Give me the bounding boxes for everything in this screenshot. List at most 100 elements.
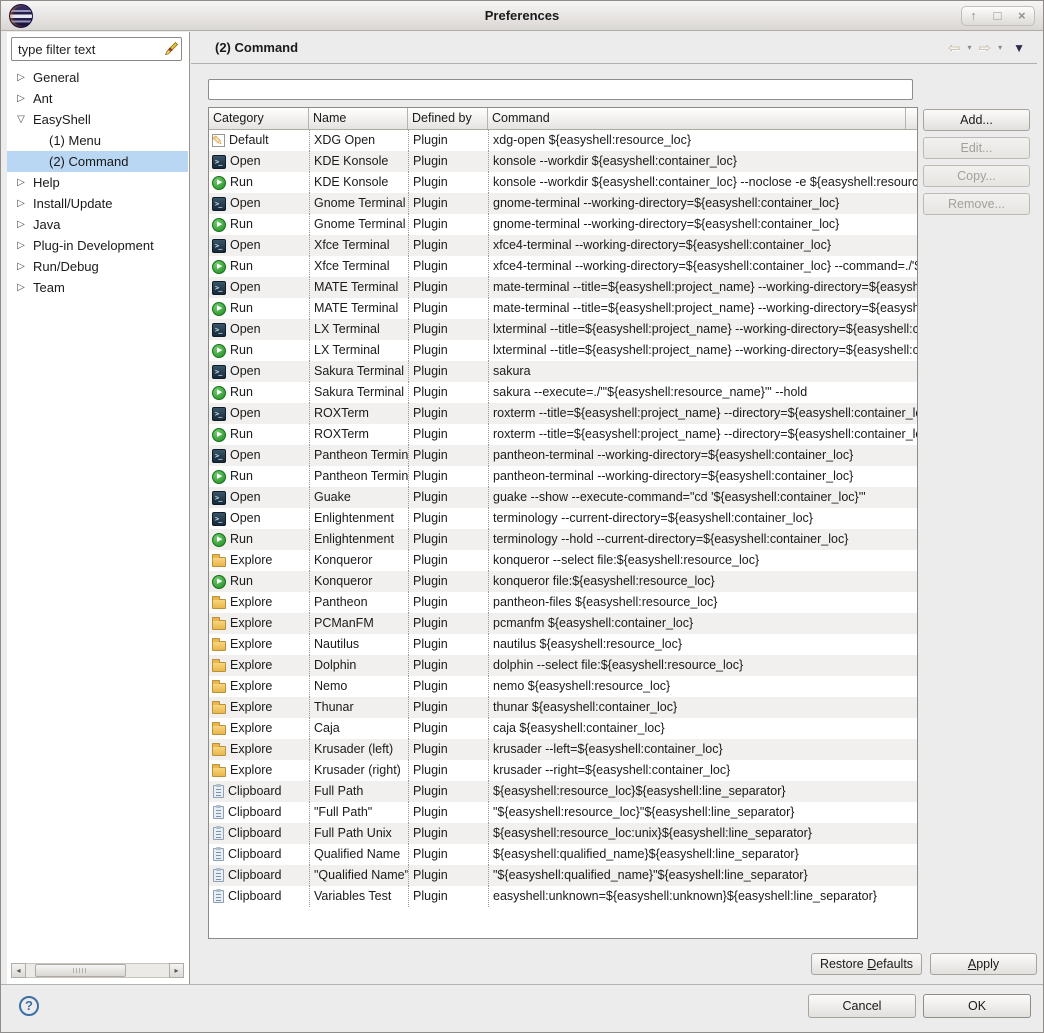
chevron-collapsed-icon[interactable]: ▷ (13, 240, 29, 251)
chevron-collapsed-icon[interactable]: ▷ (13, 177, 29, 188)
table-row[interactable]: RunKDE KonsolePluginkonsole --workdir ${… (209, 172, 917, 193)
category-cell: Clipboard (209, 886, 309, 907)
defined-by-cell: Plugin (408, 508, 488, 529)
command-cell: "${easyshell:resource_loc}"${easyshell:l… (488, 802, 917, 823)
table-row[interactable]: OpenGuakePluginguake --show --execute-co… (209, 487, 917, 508)
column-header-defined-by[interactable]: Defined by (408, 108, 488, 129)
table-row[interactable]: OpenROXTermPluginroxterm --title=${easys… (209, 403, 917, 424)
table-row[interactable]: DefaultXDG OpenPluginxdg-open ${easyshel… (209, 130, 917, 151)
table-row[interactable]: OpenLX TerminalPluginlxterminal --title=… (209, 319, 917, 340)
forward-icon[interactable]: ⇨ (979, 39, 992, 57)
restore-defaults-button[interactable]: Restore Defaults (811, 953, 922, 975)
table-row[interactable]: ExplorePantheonPluginpantheon-files ${ea… (209, 592, 917, 613)
table-row[interactable]: ExplorePCManFMPluginpcmanfm ${easyshell:… (209, 613, 917, 634)
scroll-left-icon[interactable]: ◂ (11, 963, 26, 978)
table-row[interactable]: ExploreNautilusPluginnautilus ${easyshel… (209, 634, 917, 655)
chevron-collapsed-icon[interactable]: ▷ (13, 261, 29, 272)
sidebar-horizontal-scrollbar[interactable]: ◂ ▸ (11, 963, 184, 978)
chevron-collapsed-icon[interactable]: ▷ (13, 282, 29, 293)
cancel-button[interactable]: Cancel (808, 994, 916, 1018)
command-cell: "${easyshell:qualified_name}"${easyshell… (488, 865, 917, 886)
scrollbar-thumb[interactable] (35, 964, 127, 977)
scroll-right-icon[interactable]: ▸ (169, 963, 184, 978)
apply-button[interactable]: Apply (930, 953, 1037, 975)
column-header-name[interactable]: Name (309, 108, 408, 129)
sidebar-item-2-command[interactable]: (2) Command (7, 151, 188, 172)
table-row[interactable]: RunPantheon TerminalPluginpantheon-termi… (209, 466, 917, 487)
table-row[interactable]: RunXfce TerminalPluginxfce4-terminal --w… (209, 256, 917, 277)
sidebar-item-run-debug[interactable]: ▷Run/Debug (7, 256, 188, 277)
sidebar-item-easyshell[interactable]: ▽EasyShell (7, 109, 188, 130)
maximize-icon[interactable]: □ (994, 7, 1002, 25)
run-icon (212, 218, 226, 232)
shade-icon[interactable]: ↑ (970, 7, 977, 25)
category-cell: Explore (209, 550, 309, 571)
defined-by-cell: Plugin (408, 529, 488, 550)
table-row[interactable]: RunSakura TerminalPluginsakura --execute… (209, 382, 917, 403)
forward-dropdown-icon[interactable]: ▾ (998, 43, 1002, 52)
table-row[interactable]: ExploreKrusader (right)Pluginkrusader --… (209, 760, 917, 781)
table-row[interactable]: ExploreDolphinPlugindolphin --select fil… (209, 655, 917, 676)
close-icon[interactable]: × (1018, 7, 1026, 25)
table-body: DefaultXDG OpenPluginxdg-open ${easyshel… (209, 130, 917, 907)
table-row[interactable]: ExploreThunarPluginthunar ${easyshell:co… (209, 697, 917, 718)
table-row[interactable]: Clipboard"Full Path"Plugin"${easyshell:r… (209, 802, 917, 823)
table-row[interactable]: RunMATE TerminalPluginmate-terminal --ti… (209, 298, 917, 319)
table-row[interactable]: OpenSakura TerminalPluginsakura (209, 361, 917, 382)
table-row[interactable]: ClipboardVariables TestPlugineasyshell:u… (209, 886, 917, 907)
view-menu-icon[interactable]: ▼ (1013, 41, 1025, 55)
table-row[interactable]: RunGnome TerminalPlugingnome-terminal --… (209, 214, 917, 235)
chevron-collapsed-icon[interactable]: ▷ (13, 198, 29, 209)
table-row[interactable]: ClipboardFull Path UnixPlugin${easyshell… (209, 823, 917, 844)
table-row[interactable]: ExploreKrusader (left)Pluginkrusader --l… (209, 739, 917, 760)
table-row[interactable]: OpenGnome TerminalPlugingnome-terminal -… (209, 193, 917, 214)
command-filter-input[interactable] (208, 79, 913, 100)
back-icon[interactable]: ⇦ (948, 39, 961, 57)
table-row[interactable]: ExploreCajaPlugincaja ${easyshell:contai… (209, 718, 917, 739)
table-row[interactable]: ClipboardQualified NamePlugin${easyshell… (209, 844, 917, 865)
table-row[interactable]: OpenKDE KonsolePluginkonsole --workdir $… (209, 151, 917, 172)
table-row[interactable]: OpenEnlightenmentPluginterminology --cur… (209, 508, 917, 529)
defined-by-cell: Plugin (408, 340, 488, 361)
table-row[interactable]: RunKonquerorPluginkonqueror file:${easys… (209, 571, 917, 592)
column-header-command[interactable]: Command (488, 108, 906, 129)
sidebar-item-install-update[interactable]: ▷Install/Update (7, 193, 188, 214)
back-dropdown-icon[interactable]: ▾ (968, 43, 972, 52)
table-row[interactable]: OpenXfce TerminalPluginxfce4-terminal --… (209, 235, 917, 256)
sidebar-filter-input[interactable] (11, 37, 182, 61)
add-button[interactable]: Add... (923, 109, 1030, 131)
help-icon[interactable]: ? (19, 996, 39, 1016)
ok-button[interactable]: OK (923, 994, 1031, 1018)
table-row[interactable]: OpenPantheon TerminalPluginpantheon-term… (209, 445, 917, 466)
table-row[interactable]: ExploreNemoPluginnemo ${easyshell:resour… (209, 676, 917, 697)
name-cell: Thunar (309, 697, 408, 718)
category-label: Run (230, 214, 253, 235)
column-header-category[interactable]: Category (209, 108, 309, 129)
terminal-icon (212, 365, 226, 379)
table-row[interactable]: OpenMATE TerminalPluginmate-terminal --t… (209, 277, 917, 298)
table-row[interactable]: RunLX TerminalPluginlxterminal --title=$… (209, 340, 917, 361)
sidebar-item-team[interactable]: ▷Team (7, 277, 188, 298)
run-icon (212, 176, 226, 190)
chevron-collapsed-icon[interactable]: ▷ (13, 72, 29, 83)
table-row[interactable]: Clipboard"Qualified Name"Plugin"${easysh… (209, 865, 917, 886)
table-row[interactable]: RunEnlightenmentPluginterminology --hold… (209, 529, 917, 550)
sidebar-item-help[interactable]: ▷Help (7, 172, 188, 193)
sidebar-item-ant[interactable]: ▷Ant (7, 88, 188, 109)
sidebar-item-java[interactable]: ▷Java (7, 214, 188, 235)
title-bar[interactable]: Preferences ↑□× (1, 1, 1043, 31)
table-row[interactable]: ExploreKonquerorPluginkonqueror --select… (209, 550, 917, 571)
clipboard-icon (213, 806, 224, 819)
sidebar-item-1-menu[interactable]: (1) Menu (7, 130, 188, 151)
table-row[interactable]: ClipboardFull PathPlugin${easyshell:reso… (209, 781, 917, 802)
clear-filter-icon[interactable] (163, 41, 179, 57)
category-cell: Explore (209, 592, 309, 613)
page-navigation: ⇦ ▾ ⇨ ▾ ▼ (948, 31, 1025, 64)
scrollbar-track[interactable] (26, 963, 169, 978)
sidebar-item-plug-in-development[interactable]: ▷Plug-in Development (7, 235, 188, 256)
sidebar-item-general[interactable]: ▷General (7, 67, 188, 88)
chevron-collapsed-icon[interactable]: ▷ (13, 219, 29, 230)
chevron-expanded-icon[interactable]: ▽ (13, 114, 29, 125)
chevron-collapsed-icon[interactable]: ▷ (13, 93, 29, 104)
table-row[interactable]: RunROXTermPluginroxterm --title=${easysh… (209, 424, 917, 445)
